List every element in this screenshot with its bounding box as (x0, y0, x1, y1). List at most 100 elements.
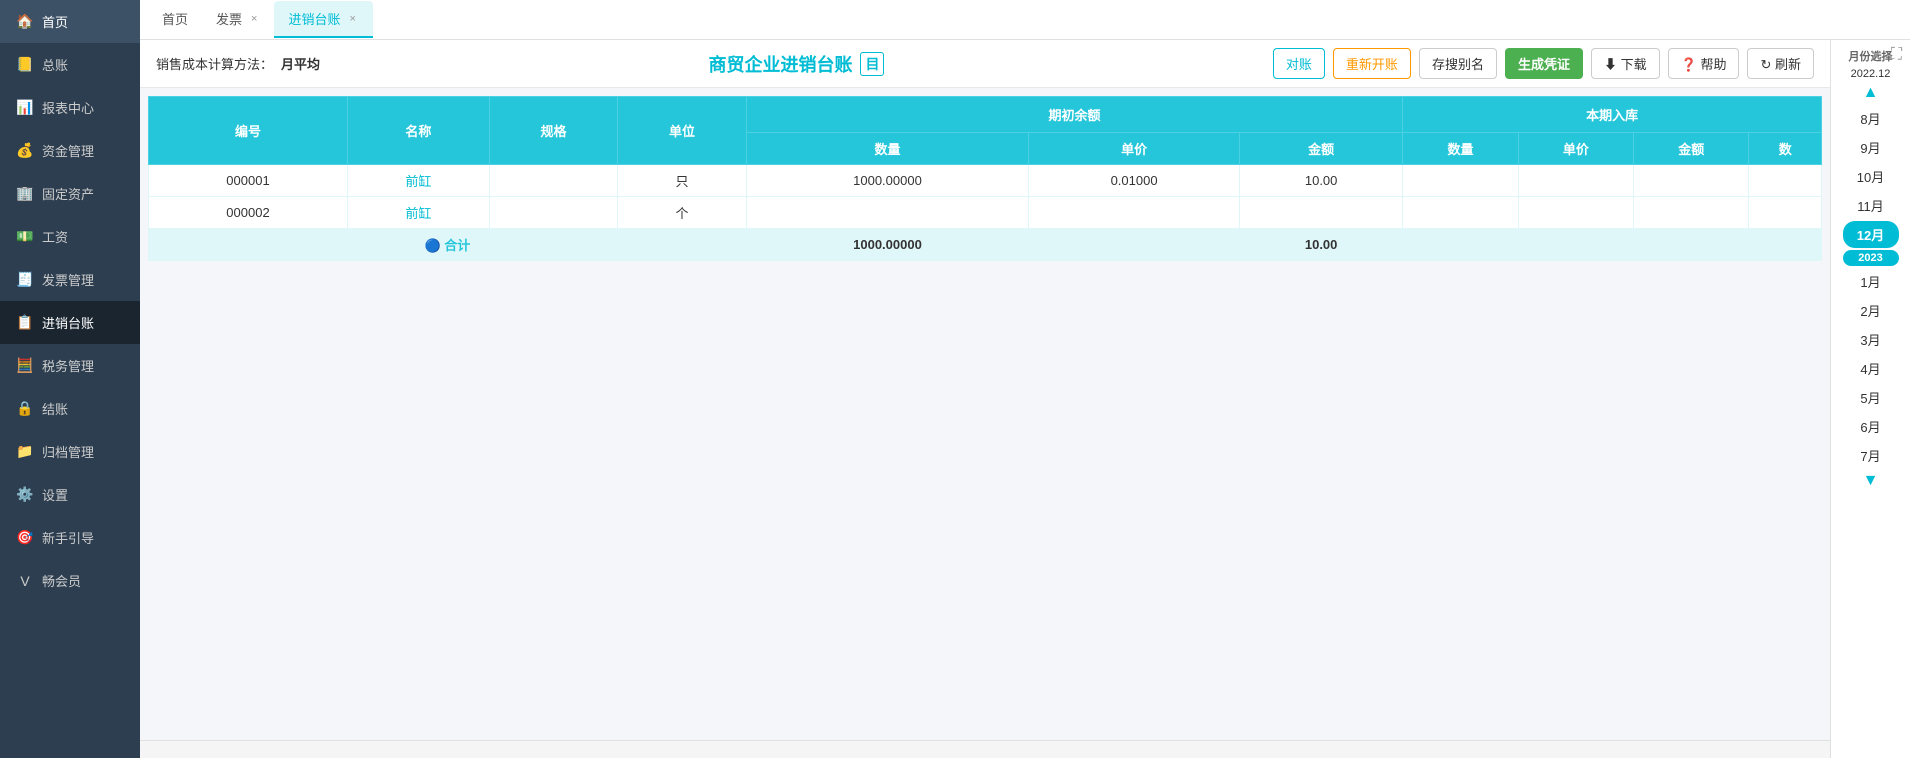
tab-purchase-sales[interactable]: 进销台账 × (274, 1, 372, 38)
sidebar-item-tax[interactable]: 🧮 税务管理 (0, 344, 140, 387)
cost-method-value: 月平均 (281, 54, 320, 73)
sidebar-item-funds[interactable]: 💰 资金管理 (0, 129, 140, 172)
window-controls: ✕ ⛶ (1869, 46, 1902, 66)
month-item-2023-2[interactable]: 2月 (1843, 297, 1899, 324)
month-item-2023-4[interactable]: 4月 (1843, 355, 1899, 382)
cell-name: 前缸 (347, 165, 489, 197)
month-item-2023-6[interactable]: 6月 (1843, 413, 1899, 440)
main-area: 首页 发票 × 进销台账 × ✕ ⛶ 销售成本计算方法： 月平均 商贸企业 (140, 0, 1910, 758)
total-a1: 10.00 (1240, 229, 1403, 261)
cell-id: 000002 (149, 197, 348, 229)
help-button[interactable]: ❓ 帮助 (1668, 48, 1740, 79)
month-item-10[interactable]: 10月 (1843, 163, 1899, 190)
total-q2 (1403, 229, 1518, 261)
total-extra (1749, 229, 1822, 261)
sidebar-item-home[interactable]: 🏠 首页 (0, 0, 140, 43)
sidebar-item-assets[interactable]: 🏢 固定资产 (0, 172, 140, 215)
cell-spec (489, 165, 618, 197)
wages-icon: 💵 (16, 228, 34, 245)
total-a2 (1634, 229, 1749, 261)
vip-icon: V (16, 573, 34, 589)
cell-a1: 10.00 (1240, 165, 1403, 197)
tab-bar: 首页 发票 × 进销台账 × (140, 0, 1910, 40)
refresh-icon: ↻ (1760, 57, 1771, 72)
tax-icon: 🧮 (16, 357, 34, 374)
cell-q1 (746, 197, 1028, 229)
sidebar-item-ledger[interactable]: 📒 总账 (0, 43, 140, 86)
settings-icon: ⚙️ (16, 486, 34, 503)
month-item-2023-1[interactable]: 1月 (1843, 268, 1899, 295)
total-row: 🔵 合计 1000.00000 10.00 (149, 229, 1822, 261)
cost-method-label: 销售成本计算方法： (156, 54, 273, 73)
cell-extra (1749, 197, 1822, 229)
tab-invoice[interactable]: 发票 × (202, 1, 274, 38)
guide-icon: 🎯 (16, 529, 34, 546)
sidebar-item-archive[interactable]: 📁 归档管理 (0, 430, 140, 473)
invoice-mgmt-icon: 🧾 (16, 271, 34, 288)
col-group-period-start: 期初余额 (746, 97, 1402, 133)
content-area: ✕ ⛶ 销售成本计算方法： 月平均 商贸企业进销台账 目 对账 重新开账 存搜别… (140, 40, 1910, 758)
reopen-button[interactable]: 重新开账 (1333, 48, 1411, 79)
col-header-unit: 单位 (618, 97, 747, 165)
month-item-12[interactable]: 12月 (1843, 221, 1899, 248)
close-window-button[interactable]: ✕ (1869, 46, 1882, 66)
total-p1 (1029, 229, 1240, 261)
total-label-cell: 🔵 合计 (149, 229, 747, 261)
sidebar-item-invoice-mgmt[interactable]: 🧾 发票管理 (0, 258, 140, 301)
month-item-11[interactable]: 11月 (1843, 192, 1899, 219)
generate-button[interactable]: 生成凭证 (1505, 48, 1583, 79)
cell-p2 (1518, 197, 1633, 229)
cell-id: 000001 (149, 165, 348, 197)
sidebar-item-closing[interactable]: 🔒 结账 (0, 387, 140, 430)
sidebar-item-purchase-sales[interactable]: 📋 进销台账 (0, 301, 140, 344)
tab-invoice-close[interactable]: × (248, 12, 260, 26)
note-icon[interactable]: 目 (860, 52, 884, 76)
cell-p1: 0.01000 (1029, 165, 1240, 197)
col-subheader-a1: 金额 (1240, 133, 1403, 165)
tab-home[interactable]: 首页 (148, 1, 202, 38)
toolbar-center: 商贸企业进销台账 目 (708, 51, 884, 77)
col-subheader-extra: 数 (1749, 133, 1822, 165)
sidebar-item-guide[interactable]: 🎯 新手引导 (0, 516, 140, 559)
col-group-inbound: 本期入库 (1403, 97, 1822, 133)
cell-unit: 个 (618, 197, 747, 229)
sidebar-item-settings[interactable]: ⚙️ 设置 (0, 473, 140, 516)
archive-icon: 📁 (16, 443, 34, 460)
cell-q2 (1403, 197, 1518, 229)
maximize-window-button[interactable]: ⛶ (1891, 46, 1902, 66)
cell-name: 前缸 (347, 197, 489, 229)
col-subheader-q1: 数量 (746, 133, 1028, 165)
refresh-button[interactable]: ↻ 刷新 (1747, 48, 1814, 79)
col-subheader-p1: 单价 (1029, 133, 1240, 165)
sidebar-item-reports[interactable]: 📊 报表中心 (0, 86, 140, 129)
scroll-up-button[interactable]: ▲ (1863, 82, 1879, 104)
purchase-sales-icon: 📋 (16, 314, 34, 331)
month-item-2023-7[interactable]: 7月 (1843, 442, 1899, 469)
cell-unit: 只 (618, 165, 747, 197)
main-table: 编号 名称 规格 单位 期初余额 本期入库 数量 单价 金额 数量 (148, 96, 1822, 261)
year2-marker: 2023 (1843, 250, 1899, 266)
total-p2 (1518, 229, 1633, 261)
table-row: 000001 前缸 只 1000.00000 0.01000 10.00 (149, 165, 1822, 197)
month-panel: 月份选择 2022.12 ▲ 8月 9月 10月 11月 12月 2023 1月… (1830, 40, 1910, 758)
bottom-scrollbar[interactable] (140, 740, 1830, 758)
month-item-2023-3[interactable]: 3月 (1843, 326, 1899, 353)
total-icon: 🔵 (424, 238, 440, 253)
sidebar-item-wages[interactable]: 💵 工资 (0, 215, 140, 258)
month-item-2023-5[interactable]: 5月 (1843, 384, 1899, 411)
total-q1: 1000.00000 (746, 229, 1028, 261)
cell-a2 (1634, 165, 1749, 197)
closing-icon: 🔒 (16, 400, 34, 417)
sidebar-item-vip[interactable]: V 畅会员 (0, 559, 140, 602)
save-as-button[interactable]: 存搜别名 (1419, 48, 1497, 79)
month-item-9[interactable]: 9月 (1843, 134, 1899, 161)
scroll-down-button[interactable]: ▼ (1863, 470, 1879, 492)
page-title: 商贸企业进销台账 (708, 51, 852, 77)
duizhang-button[interactable]: 对账 (1273, 48, 1325, 79)
month-item-8[interactable]: 8月 (1843, 105, 1899, 132)
cell-extra (1749, 165, 1822, 197)
cell-p2 (1518, 165, 1633, 197)
tab-purchase-sales-close[interactable]: × (346, 12, 358, 26)
download-button[interactable]: ⬇ 下载 (1591, 48, 1660, 79)
ledger-icon: 📒 (16, 56, 34, 73)
